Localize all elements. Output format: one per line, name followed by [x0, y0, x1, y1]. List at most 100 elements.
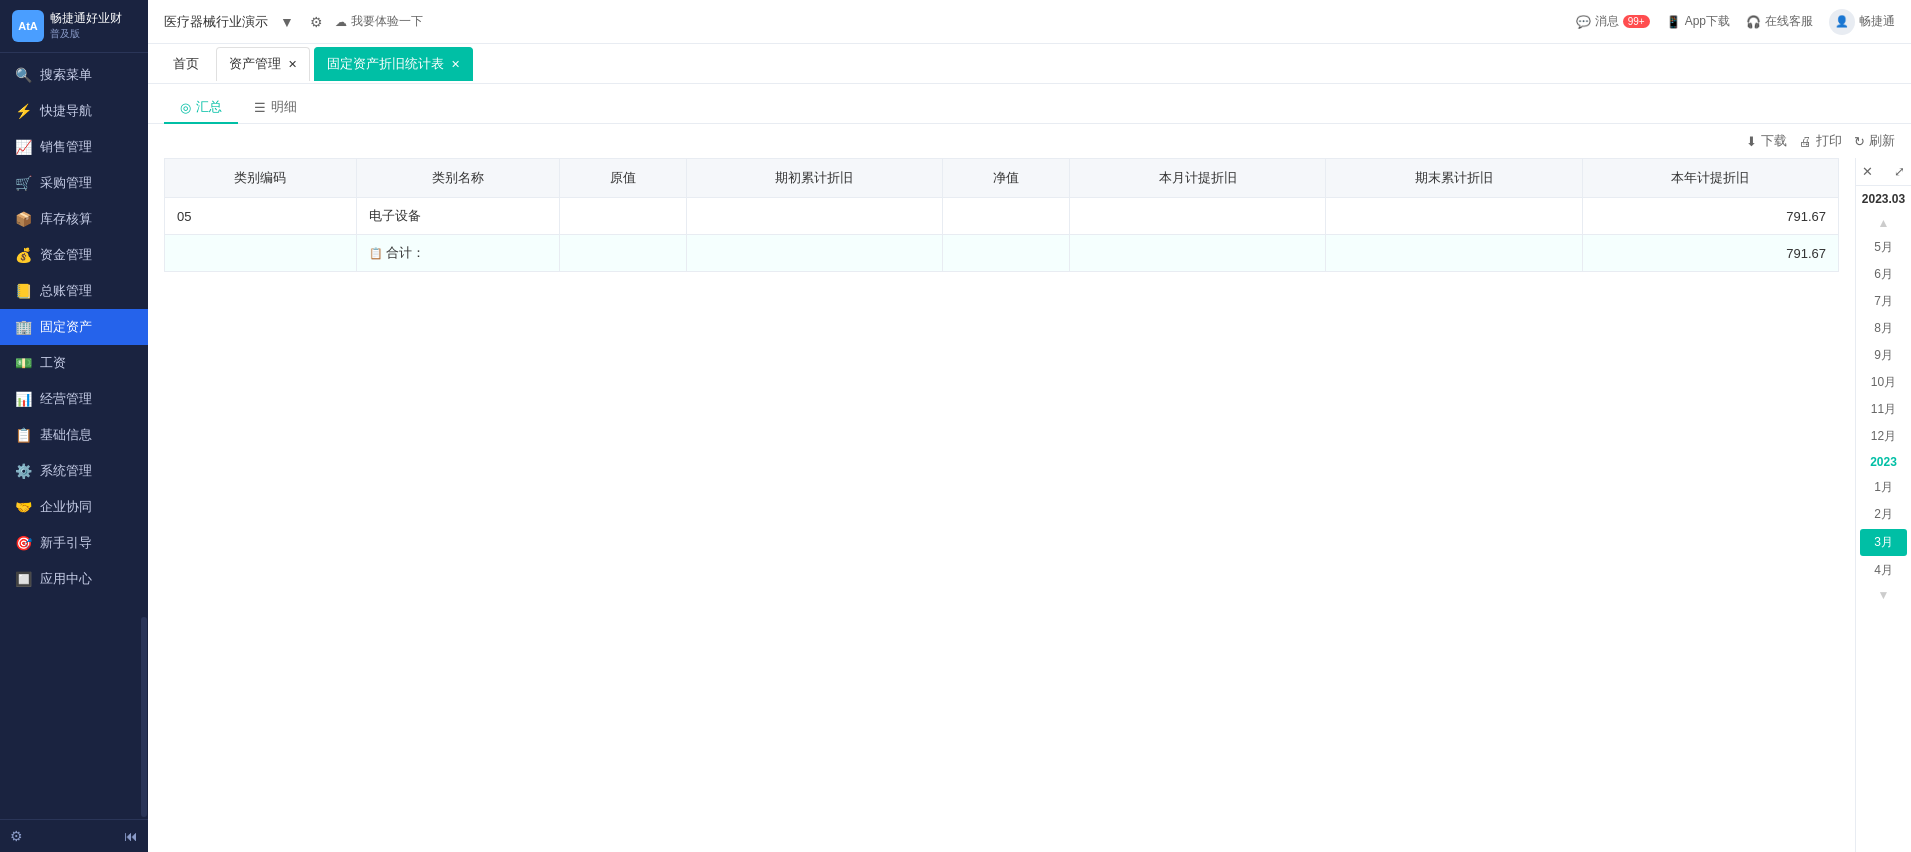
sidebar-item-apps[interactable]: 🔲 应用中心 [0, 561, 148, 597]
search-icon: 🔍 [14, 66, 32, 84]
sidebar-item-fixedasset[interactable]: 🏢 固定资产 [0, 309, 148, 345]
sidebar-item-system[interactable]: ⚙️ 系统管理 [0, 453, 148, 489]
table-cell: 电子设备 [356, 198, 559, 235]
current-period-label: 2023.03 [1856, 186, 1911, 212]
fixedasset-icon: 🏢 [14, 318, 32, 336]
cloud-feature: ☁ 我要体验一下 [335, 13, 423, 30]
scroll-up-btn[interactable]: ▲ [1856, 212, 1911, 234]
toolbar: ⬇ 下载 🖨 打印 ↻ 刷新 [148, 124, 1911, 158]
month-item[interactable]: 9月 [1856, 342, 1911, 369]
sidebar-item-label: 总账管理 [40, 282, 92, 300]
sidebar-item-sales[interactable]: 📈 销售管理 [0, 129, 148, 165]
operation-icon: 📊 [14, 390, 32, 408]
month-item[interactable]: 8月 [1856, 315, 1911, 342]
app-download-btn[interactable]: 📱 App下载 [1666, 13, 1730, 30]
support-btn[interactable]: 🎧 在线客服 [1746, 13, 1813, 30]
sidebar-footer: ⚙ ⏮ [0, 819, 148, 852]
tab-close-btn[interactable]: ✕ [288, 58, 297, 71]
logo-sub: 普及版 [50, 27, 122, 41]
sidebar-item-label: 快捷导航 [40, 102, 92, 120]
table-cell [686, 198, 942, 235]
scroll-down-btn[interactable]: ▼ [1856, 584, 1911, 606]
sidebar-item-finance[interactable]: 💰 资金管理 [0, 237, 148, 273]
month-item[interactable]: 7月 [1856, 288, 1911, 315]
sidebar-item-guide[interactable]: 🎯 新手引导 [0, 525, 148, 561]
inventory-icon: 📦 [14, 210, 32, 228]
quicknav-icon: ⚡ [14, 102, 32, 120]
tab-depreciation[interactable]: 固定资产折旧统计表✕ [314, 47, 473, 81]
sidebar-item-label: 采购管理 [40, 174, 92, 192]
total-cell [943, 235, 1070, 272]
avatar: 👤 [1829, 9, 1855, 35]
total-cell [1326, 235, 1582, 272]
month-item[interactable]: 11月 [1856, 396, 1911, 423]
tab-home[interactable]: 首页 [160, 47, 212, 81]
guide-icon: 🎯 [14, 534, 32, 552]
sidebar-item-label: 新手引导 [40, 534, 92, 552]
table-section: 类别编码类别名称原值期初累计折旧净值本月计提折旧期末累计折旧本年计提折旧 05电… [148, 158, 1855, 852]
month-list: 5月6月7月8月9月10月11月12月20231月2月3月4月 [1856, 234, 1911, 584]
sidebar-item-collab[interactable]: 🤝 企业协同 [0, 489, 148, 525]
table-header-cell: 原值 [559, 159, 686, 198]
inner-tab-summary[interactable]: ◎汇总 [164, 92, 238, 124]
user-menu[interactable]: 👤 畅捷通 [1829, 9, 1895, 35]
tab-asset-mgmt[interactable]: 资产管理 ✕ [216, 47, 310, 81]
month-item[interactable]: 3月 [1860, 529, 1907, 556]
page-content: ◎汇总☰明细 ⬇ 下载 🖨 打印 ↻ 刷新 类别编码类别名称原值期初累计折旧净值… [148, 84, 1911, 852]
month-item[interactable]: 10月 [1856, 369, 1911, 396]
company-dropdown-btn[interactable]: ▼ [276, 10, 298, 34]
table-wrap: 类别编码类别名称原值期初累计折旧净值本月计提折旧期末累计折旧本年计提折旧 05电… [148, 158, 1855, 852]
inner-tab-detail[interactable]: ☰明细 [238, 92, 313, 124]
sidebar-item-inventory[interactable]: 📦 库存核算 [0, 201, 148, 237]
total-cell [1069, 235, 1325, 272]
sidebar-item-search[interactable]: 🔍 搜索菜单 [0, 57, 148, 93]
sidebar-item-quicknav[interactable]: ⚡ 快捷导航 [0, 93, 148, 129]
collapse-icon[interactable]: ⏮ [124, 828, 138, 844]
table-total-row: 📋 合计：791.67 [165, 235, 1839, 272]
refresh-btn[interactable]: ↻ 刷新 [1854, 132, 1895, 150]
total-cell: 791.67 [1582, 235, 1838, 272]
company-name: 医疗器械行业演示 [164, 13, 268, 31]
system-icon: ⚙️ [14, 462, 32, 480]
month-item[interactable]: 6月 [1856, 261, 1911, 288]
table-row: 05电子设备791.67 [165, 198, 1839, 235]
month-item[interactable]: 12月 [1856, 423, 1911, 450]
app-logo: AtA 畅捷通好业财 普及版 [0, 0, 148, 53]
month-item[interactable]: 5月 [1856, 234, 1911, 261]
month-item[interactable]: 2月 [1856, 501, 1911, 528]
sidebar-item-label: 搜索菜单 [40, 66, 92, 84]
close-panel-btn[interactable]: ✕ [1862, 164, 1873, 179]
notification-btn[interactable]: 💬 消息 99+ [1576, 13, 1650, 30]
tab-label: 资产管理 [229, 55, 281, 73]
sidebar-item-purchase[interactable]: 🛒 采购管理 [0, 165, 148, 201]
total-cell [686, 235, 942, 272]
settings-icon[interactable]: ⚙ [10, 828, 23, 844]
sidebar-item-basicinfo[interactable]: 📋 基础信息 [0, 417, 148, 453]
sidebar-nav: 🔍 搜索菜单 ⚡ 快捷导航 📈 销售管理 🛒 采购管理 📦 库存核算 💰 资金管… [0, 53, 148, 615]
table-cell [1326, 198, 1582, 235]
sidebar-item-label: 经营管理 [40, 390, 92, 408]
table-header-cell: 本年计提折旧 [1582, 159, 1838, 198]
expand-panel-btn[interactable]: ⤢ [1894, 164, 1905, 179]
settings-btn[interactable]: ⚙ [306, 10, 327, 34]
sales-icon: 📈 [14, 138, 32, 156]
month-item[interactable]: 4月 [1856, 557, 1911, 584]
sidebar-item-label: 销售管理 [40, 138, 92, 156]
sidebar-item-ledger[interactable]: 📒 总账管理 [0, 273, 148, 309]
print-btn[interactable]: 🖨 打印 [1799, 132, 1842, 150]
sidebar-item-salary[interactable]: 💵 工资 [0, 345, 148, 381]
tab-label: 首页 [173, 55, 199, 73]
table-header-cell: 期末累计折旧 [1326, 159, 1582, 198]
sidebar-item-label: 企业协同 [40, 498, 92, 516]
sidebar-item-operation[interactable]: 📊 经营管理 [0, 381, 148, 417]
total-cell [559, 235, 686, 272]
download-btn[interactable]: ⬇ 下载 [1746, 132, 1787, 150]
logo-icon: AtA [12, 10, 44, 42]
apps-icon: 🔲 [14, 570, 32, 588]
table-header-cell: 本月计提折旧 [1069, 159, 1325, 198]
main-content: 医疗器械行业演示 ▼ ⚙ ☁ 我要体验一下 💬 消息 99+ 📱 App下载 🎧… [148, 0, 1911, 852]
basicinfo-icon: 📋 [14, 426, 32, 444]
month-item[interactable]: 1月 [1856, 474, 1911, 501]
tab-close-btn[interactable]: ✕ [451, 58, 460, 71]
table-header-cell: 期初累计折旧 [686, 159, 942, 198]
